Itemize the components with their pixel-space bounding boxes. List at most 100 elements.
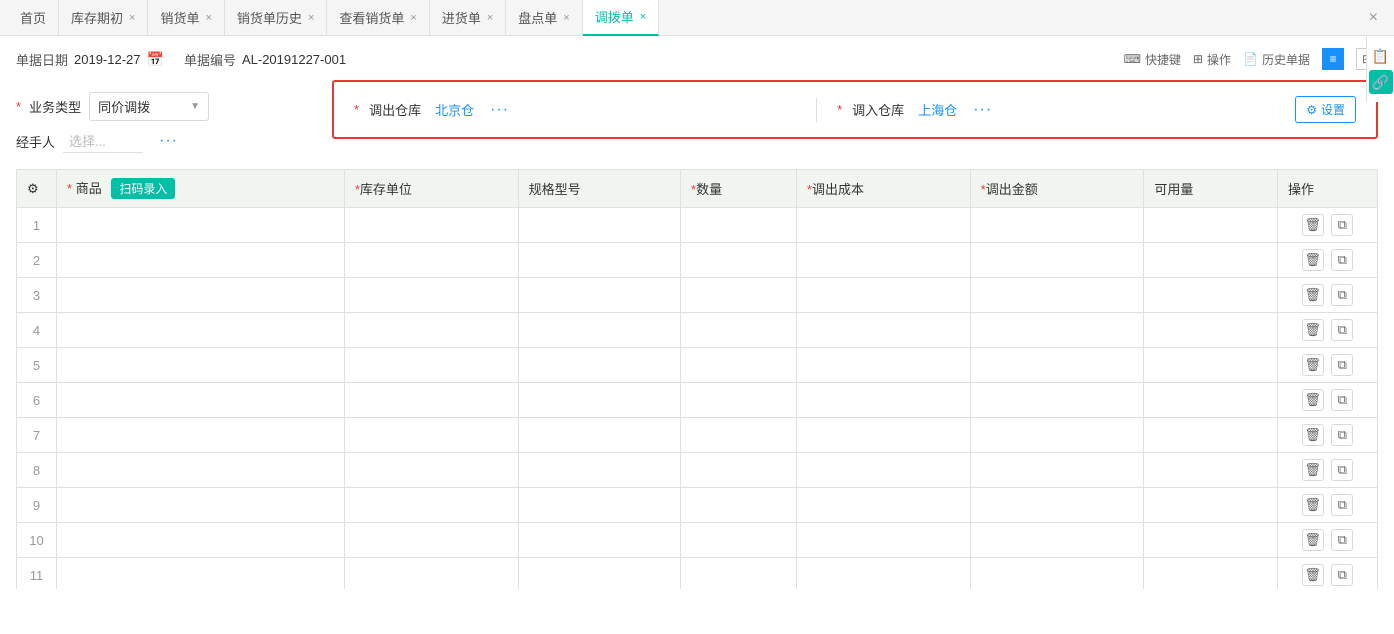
unit-cell[interactable] <box>344 523 518 558</box>
tab-sales-history[interactable]: 销货单历史 × <box>225 0 327 36</box>
spec-cell[interactable] <box>518 453 680 488</box>
available-cell[interactable] <box>1144 348 1278 383</box>
delete-icon[interactable]: 🗑 <box>1302 354 1324 376</box>
amount-cell[interactable] <box>970 488 1144 523</box>
copy-icon[interactable]: ⧉ <box>1331 459 1353 481</box>
tab-view-sales[interactable]: 查看销货单 × <box>327 0 429 36</box>
tab-inventory-check[interactable]: 盘点单 × <box>506 0 582 36</box>
unit-cell[interactable] <box>344 243 518 278</box>
delete-icon[interactable]: 🗑 <box>1302 319 1324 341</box>
calendar-icon[interactable]: 📅 <box>147 51 164 68</box>
product-cell[interactable] <box>57 278 345 313</box>
tab-purchase[interactable]: 进货单 × <box>430 0 506 36</box>
col-gear[interactable]: ⚙ <box>17 170 57 208</box>
product-cell[interactable] <box>57 348 345 383</box>
copy-icon[interactable]: ⧉ <box>1331 494 1353 516</box>
delete-icon[interactable]: 🗑 <box>1302 249 1324 271</box>
delete-icon[interactable]: 🗑 <box>1302 459 1324 481</box>
tab-bar-close-button[interactable]: × <box>1361 9 1386 27</box>
tab-close-transfer[interactable]: × <box>640 11 646 23</box>
amount-cell[interactable] <box>970 313 1144 348</box>
unit-cell[interactable] <box>344 278 518 313</box>
cost-cell[interactable] <box>796 488 970 523</box>
amount-cell[interactable] <box>970 418 1144 453</box>
available-cell[interactable] <box>1144 488 1278 523</box>
copy-icon[interactable]: ⧉ <box>1331 529 1353 551</box>
available-cell[interactable] <box>1144 558 1278 590</box>
scan-button[interactable]: 扫码录入 <box>111 178 175 199</box>
unit-cell[interactable] <box>344 453 518 488</box>
cost-cell[interactable] <box>796 243 970 278</box>
copy-icon[interactable]: ⧉ <box>1331 354 1353 376</box>
product-cell[interactable] <box>57 488 345 523</box>
qty-cell[interactable] <box>681 453 797 488</box>
copy-icon[interactable]: ⧉ <box>1331 284 1353 306</box>
cost-cell[interactable] <box>796 418 970 453</box>
cost-cell[interactable] <box>796 383 970 418</box>
manager-input[interactable]: 选择... <box>63 129 143 153</box>
available-cell[interactable] <box>1144 313 1278 348</box>
copy-icon[interactable]: ⧉ <box>1331 249 1353 271</box>
spec-cell[interactable] <box>518 313 680 348</box>
amount-cell[interactable] <box>970 558 1144 590</box>
warehouse-out-more-button[interactable]: ··· <box>490 101 509 119</box>
product-cell[interactable] <box>57 383 345 418</box>
spec-cell[interactable] <box>518 383 680 418</box>
spec-cell[interactable] <box>518 348 680 383</box>
tab-close-inventory-check[interactable]: × <box>563 12 569 24</box>
qty-cell[interactable] <box>681 313 797 348</box>
spec-cell[interactable] <box>518 488 680 523</box>
tab-home[interactable]: 首页 <box>8 0 59 36</box>
tab-sales-order[interactable]: 销货单 × <box>148 0 224 36</box>
available-cell[interactable] <box>1144 523 1278 558</box>
delete-icon[interactable]: 🗑 <box>1302 284 1324 306</box>
qty-cell[interactable] <box>681 383 797 418</box>
copy-icon[interactable]: ⧉ <box>1331 564 1353 586</box>
unit-cell[interactable] <box>344 418 518 453</box>
spec-cell[interactable] <box>518 243 680 278</box>
amount-cell[interactable] <box>970 278 1144 313</box>
shortcut-action[interactable]: ⌨ 快捷键 <box>1124 51 1181 68</box>
delete-icon[interactable]: 🗑 <box>1302 389 1324 411</box>
tab-close-sales-history[interactable]: × <box>308 12 314 24</box>
tab-close-purchase[interactable]: × <box>487 12 493 24</box>
layout-list-button[interactable]: ≡ <box>1322 48 1344 70</box>
settings-button[interactable]: ⚙ 设置 <box>1295 96 1356 123</box>
qty-cell[interactable] <box>681 558 797 590</box>
available-cell[interactable] <box>1144 278 1278 313</box>
amount-cell[interactable] <box>970 208 1144 243</box>
copy-icon[interactable]: ⧉ <box>1331 424 1353 446</box>
cost-cell[interactable] <box>796 558 970 590</box>
manager-more-button[interactable]: ··· <box>159 132 178 150</box>
unit-cell[interactable] <box>344 348 518 383</box>
copy-icon[interactable]: ⧉ <box>1331 214 1353 236</box>
business-type-dropdown[interactable]: 同价调拨 ▼ <box>89 92 209 121</box>
tab-transfer[interactable]: 调拨单 × <box>583 0 659 36</box>
product-cell[interactable] <box>57 418 345 453</box>
qty-cell[interactable] <box>681 488 797 523</box>
delete-icon[interactable]: 🗑 <box>1302 494 1324 516</box>
qty-cell[interactable] <box>681 348 797 383</box>
available-cell[interactable] <box>1144 418 1278 453</box>
amount-cell[interactable] <box>970 523 1144 558</box>
qty-cell[interactable] <box>681 243 797 278</box>
qty-cell[interactable] <box>681 208 797 243</box>
amount-cell[interactable] <box>970 453 1144 488</box>
copy-icon[interactable]: ⧉ <box>1331 389 1353 411</box>
product-cell[interactable] <box>57 523 345 558</box>
unit-cell[interactable] <box>344 383 518 418</box>
delete-icon[interactable]: 🗑 <box>1302 529 1324 551</box>
sidebar-link-icon[interactable]: 🔗 <box>1369 70 1393 94</box>
spec-cell[interactable] <box>518 523 680 558</box>
spec-cell[interactable] <box>518 558 680 590</box>
cost-cell[interactable] <box>796 208 970 243</box>
delete-icon[interactable]: 🗑 <box>1302 564 1324 586</box>
available-cell[interactable] <box>1144 208 1278 243</box>
tab-close-view-sales[interactable]: × <box>410 12 416 24</box>
cost-cell[interactable] <box>796 348 970 383</box>
qty-cell[interactable] <box>681 523 797 558</box>
cost-cell[interactable] <box>796 278 970 313</box>
amount-cell[interactable] <box>970 348 1144 383</box>
copy-icon[interactable]: ⧉ <box>1331 319 1353 341</box>
operations-action[interactable]: ⊞ 操作 <box>1193 51 1231 68</box>
